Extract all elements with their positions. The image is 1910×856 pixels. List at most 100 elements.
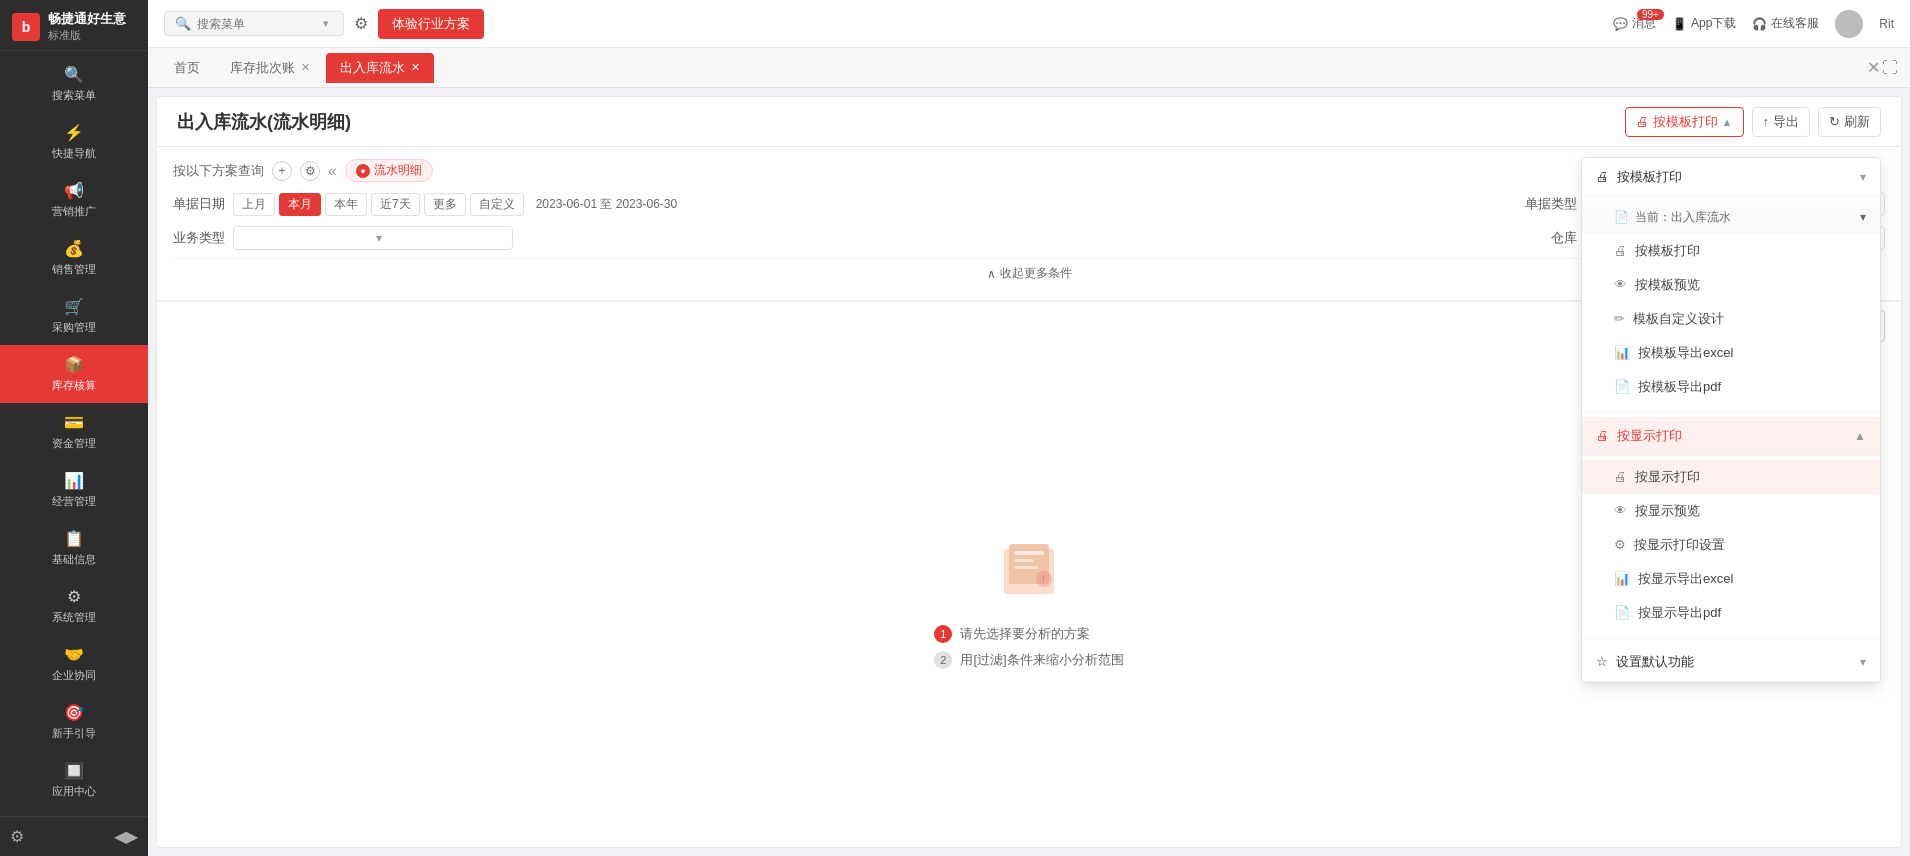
template-section-arrow: ▾ [1860, 170, 1866, 184]
date-more-btn[interactable]: 更多 [424, 193, 466, 216]
empty-step-2: 2 用[过滤]条件来缩小分析范围 [934, 651, 1123, 669]
item-custom-icon: ✏ [1614, 311, 1625, 326]
sidebar-item-cooperation[interactable]: 🤝企业协同 [0, 635, 148, 693]
dropdown-display-settings-item[interactable]: ⚙ 按显示打印设置 [1582, 528, 1880, 562]
date-prev-month-btn[interactable]: 上月 [233, 193, 275, 216]
dropdown-template-preview-item[interactable]: 👁 按模板预览 [1582, 268, 1880, 302]
marketing-icon: 📢 [64, 181, 84, 200]
step-2-number: 2 [934, 651, 952, 669]
template-print-button[interactable]: 🖨 按模板打印 ▲ [1625, 107, 1744, 137]
dropdown-template-print-item[interactable]: 🖨 按模板打印 [1582, 234, 1880, 268]
search-bar[interactable]: 🔍 ▾ [164, 11, 344, 36]
sidebar-logo: b 畅捷通好生意 标准版 [0, 0, 148, 51]
sidebar-item-basic[interactable]: 📋基础信息 [0, 519, 148, 577]
settings-icon[interactable]: ⚙ [10, 827, 24, 846]
trial-button[interactable]: 体验行业方案 [378, 9, 484, 39]
dropdown-template-excel-item[interactable]: 📊 按模板导出excel [1582, 336, 1880, 370]
collapse-icon[interactable]: ◀▶ [114, 827, 138, 846]
search-input[interactable] [197, 17, 317, 31]
display-settings-icon: ⚙ [1614, 537, 1626, 552]
item-pdf-icon: 📄 [1614, 379, 1630, 394]
date-current-year-btn[interactable]: 本年 [325, 193, 367, 216]
sidebar-item-inventory[interactable]: 📦库存核算 [0, 345, 148, 403]
sidebar-item-operations[interactable]: 📊经营管理 [0, 461, 148, 519]
sidebar: b 畅捷通好生意 标准版 🔍搜索菜单⚡快捷导航📢营销推广💰销售管理🛒采购管理📦库… [0, 0, 148, 856]
dropdown-display-print-item[interactable]: 🖨 按显示打印 [1582, 460, 1880, 494]
page-title: 出入库流水(流水明细) [177, 110, 351, 134]
current-item-icon: 📄 [1614, 210, 1629, 224]
date-range-display: 2023-06-01 至 2023-06-30 [536, 196, 677, 213]
filter-biz-type-select[interactable]: ▾ [233, 226, 513, 250]
filter-biz-type-item: 业务类型 ▾ [173, 226, 513, 250]
filter-tag: ● 流水明细 [345, 159, 433, 182]
sidebar-item-apps[interactable]: 🔲应用中心 [0, 751, 148, 809]
search-dropdown-icon[interactable]: ▾ [323, 17, 329, 30]
refresh-icon: ↻ [1829, 114, 1840, 129]
display-print-icon: 🖨 [1614, 469, 1627, 484]
online-service-button[interactable]: 🎧 在线客服 [1752, 15, 1819, 32]
template-print-sub: 📄 当前：出入库流水 ▾ 🖨 按模板打印 👁 [1582, 197, 1880, 408]
headset-icon: 🎧 [1752, 17, 1767, 31]
sidebar-bottom: ⚙ ◀▶ [0, 816, 148, 856]
tab-flow[interactable]: 出入库流水 ✕ [326, 53, 434, 83]
tab-batch-close[interactable]: ✕ [301, 61, 310, 74]
display-preview-icon: 👁 [1614, 503, 1627, 518]
date-recent-7-btn[interactable]: 近7天 [371, 193, 420, 216]
sidebar-item-wechat[interactable]: 💬企业微信 [0, 809, 148, 816]
purchase-icon: 🛒 [64, 297, 84, 316]
cooperation-icon: 🤝 [64, 645, 84, 664]
tab-batch[interactable]: 库存批次账 ✕ [216, 53, 324, 83]
page-header-right: 🖨 按模板打印 ▲ ↑ 导出 ↻ 刷新 [1625, 107, 1881, 137]
date-current-month-btn[interactable]: 本月 [279, 193, 321, 216]
search-icon: 🔍 [64, 65, 84, 84]
item-excel-icon: 📊 [1614, 345, 1630, 360]
sidebar-item-shortcut[interactable]: ⚡快捷导航 [0, 113, 148, 171]
dropdown-display-preview-item[interactable]: 👁 按显示预览 [1582, 494, 1880, 528]
filter-date-buttons: 上月 本月 本年 近7天 更多 自定义 [233, 193, 524, 216]
filter-add-button[interactable]: + [272, 161, 292, 181]
topbar-gear-icon[interactable]: ⚙ [354, 14, 368, 33]
export-icon: ↑ [1763, 114, 1770, 129]
message-button[interactable]: 💬 消息 99+ [1613, 15, 1656, 32]
dropdown-template-pdf-item[interactable]: 📄 按模板导出pdf [1582, 370, 1880, 404]
sidebar-item-search[interactable]: 🔍搜索菜单 [0, 55, 148, 113]
dropdown-display-print-header[interactable]: 🖨 按显示打印 ▲ [1582, 417, 1880, 456]
sidebar-nav: 🔍搜索菜单⚡快捷导航📢营销推广💰销售管理🛒采购管理📦库存核算💳资金管理📊经营管理… [0, 51, 148, 816]
print-icon: 🖨 [1636, 114, 1649, 129]
svg-rect-3 [1014, 559, 1034, 562]
dropdown-template-custom-item[interactable]: ✏ 模板自定义设计 [1582, 302, 1880, 336]
user-avatar[interactable] [1835, 10, 1863, 38]
dropdown-display-pdf-item[interactable]: 📄 按显示导出pdf [1582, 596, 1880, 630]
date-custom-btn[interactable]: 自定义 [470, 193, 524, 216]
display-print-sub: 🖨 按显示打印 👁 按显示预览 ⚙ 按显示打印设置 [1582, 456, 1880, 634]
export-button[interactable]: ↑ 导出 [1752, 107, 1811, 137]
window-expand-btn[interactable]: ⛶ [1882, 59, 1898, 77]
sidebar-item-system[interactable]: ⚙系统管理 [0, 577, 148, 635]
empty-steps: 1 请先选择要分析的方案 2 用[过滤]条件来缩小分析范围 [934, 625, 1123, 669]
tab-flow-close[interactable]: ✕ [411, 61, 420, 74]
sidebar-item-guide[interactable]: 🎯新手引导 [0, 693, 148, 751]
system-icon: ⚙ [67, 587, 81, 606]
sidebar-item-purchase[interactable]: 🛒采购管理 [0, 287, 148, 345]
biz-type-arrow: ▾ [376, 231, 502, 245]
svg-rect-2 [1014, 551, 1044, 555]
sidebar-item-finance[interactable]: 💳资金管理 [0, 403, 148, 461]
dropdown-template-print-header[interactable]: 🖨 按模板打印 ▾ [1582, 158, 1880, 197]
svg-text:!: ! [1042, 574, 1045, 585]
dropdown-default-section-header[interactable]: ☆ 设置默认功能 ▾ [1582, 643, 1880, 682]
sidebar-item-marketing[interactable]: 📢营销推广 [0, 171, 148, 229]
download-icon: 📱 [1672, 17, 1687, 31]
main-area: 🔍 ▾ ⚙ 体验行业方案 💬 消息 99+ 📱 App下载 🎧 [148, 0, 1910, 856]
window-close-btn[interactable]: ✕ [1867, 58, 1880, 77]
item-preview-icon: 👁 [1614, 277, 1627, 292]
display-excel-icon: 📊 [1614, 571, 1630, 586]
refresh-button[interactable]: ↻ 刷新 [1818, 107, 1881, 137]
empty-illustration: ! [989, 529, 1069, 609]
filter-settings-button[interactable]: ⚙ [300, 161, 320, 181]
sidebar-item-sales[interactable]: 💰销售管理 [0, 229, 148, 287]
dropdown-display-excel-item[interactable]: 📊 按显示导出excel [1582, 562, 1880, 596]
filter-collapse-button[interactable]: « [328, 162, 337, 180]
empty-step-1: 1 请先选择要分析的方案 [934, 625, 1123, 643]
tab-home[interactable]: 首页 [160, 53, 214, 83]
app-download-button[interactable]: 📱 App下载 [1672, 15, 1736, 32]
